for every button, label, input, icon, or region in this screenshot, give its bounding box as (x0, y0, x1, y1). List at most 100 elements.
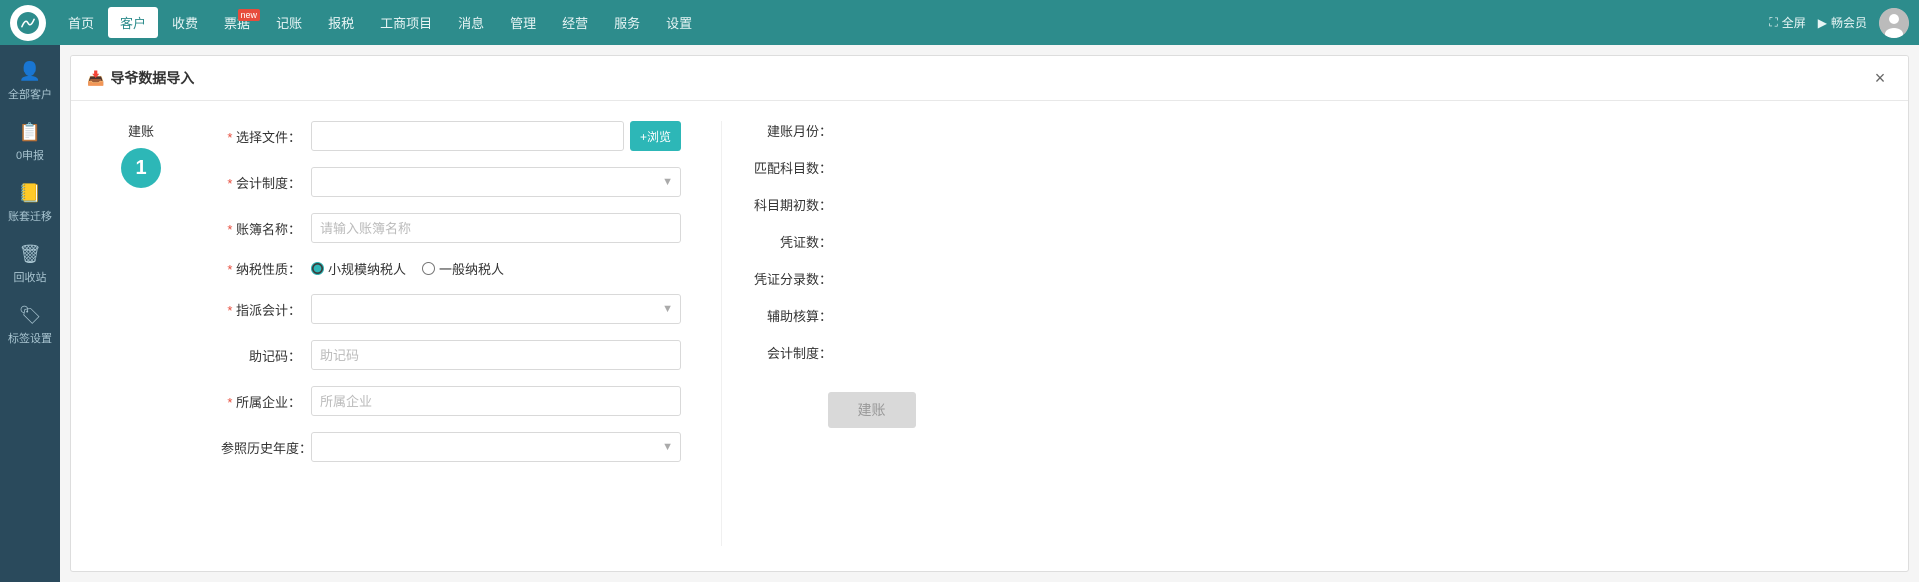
ledger-name-row: 账簿名称： (221, 213, 681, 243)
file-input[interactable] (311, 121, 624, 151)
tags-icon: 🏷 (19, 305, 42, 326)
sidebar-item-migration[interactable]: 📒 账套迁移 (0, 175, 60, 232)
nav-item-home[interactable]: 首页 (56, 7, 106, 38)
step-section: 建账 1 (101, 121, 181, 546)
tax-nature-label: 纳税性质： (221, 259, 301, 278)
company-row: 所属企业： (221, 386, 681, 416)
sidebar-item-all-clients[interactable]: 👤 全部客户 (0, 53, 60, 110)
clients-icon: 👤 (19, 61, 41, 82)
accountant-label: 指派会计： (221, 300, 301, 319)
create-button[interactable]: 建账 (828, 392, 916, 428)
app-logo (10, 5, 46, 41)
accountant-select[interactable] (311, 294, 681, 324)
nav-item-clients[interactable]: 客户 (108, 7, 158, 38)
memo-input[interactable] (311, 340, 681, 370)
sidebar-item-trash[interactable]: 🗑 回收站 (0, 236, 60, 293)
nav-item-settings[interactable]: 设置 (654, 7, 704, 38)
tax-small-label: 小规模纳税人 (328, 259, 406, 278)
company-label: 所属企业： (221, 392, 301, 411)
tax-small-scale[interactable]: 小规模纳税人 (311, 259, 406, 278)
tax-general-radio[interactable] (422, 262, 435, 275)
vip-button[interactable]: ▶ 畅会员 (1818, 14, 1867, 31)
step-circle: 1 (121, 148, 161, 188)
sidebar: 👤 全部客户 📋 0申报 📒 账套迁移 🗑 回收站 🏷 标签设置 (0, 45, 60, 582)
tax-nature-row: 纳税性质： 小规模纳税人 一般纳税人 (221, 259, 681, 278)
main-layout: 👤 全部客户 📋 0申报 📒 账套迁移 🗑 回收站 🏷 标签设置 📥 导爷 (0, 45, 1919, 582)
accountant-select-wrapper: ▼ (311, 294, 681, 324)
nav-item-manage[interactable]: 管理 (498, 7, 548, 38)
accountant-row: 指派会计： ▼ (221, 294, 681, 324)
accounting-system-select-wrapper: ▼ (311, 167, 681, 197)
nav-right-actions: ⛶ 全屏 ▶ 畅会员 (1769, 8, 1909, 38)
accounting-system-select[interactable] (311, 167, 681, 197)
nav-item-tickets[interactable]: 票据 new (212, 7, 262, 38)
step-label: 建账 (128, 121, 154, 140)
nav-item-accounting[interactable]: 记账 (264, 7, 314, 38)
trash-icon: 🗑 (19, 244, 42, 265)
file-row: 选择文件： +浏览 (221, 121, 681, 151)
tax-nature-radio-group: 小规模纳税人 一般纳税人 (311, 259, 504, 278)
sidebar-item-declaration[interactable]: 📋 0申报 (0, 114, 60, 171)
match-label: 匹配科目数： (742, 158, 832, 177)
history-year-select-wrapper: ▼ (311, 432, 681, 462)
vip-icon: ▶ (1818, 16, 1827, 30)
tax-general[interactable]: 一般纳税人 (422, 259, 504, 278)
top-navigation: 首页 客户 收费 票据 new 记账 报税 工商项目 消息 管理 经营 服务 设… (0, 0, 1919, 45)
accounting-info-row: 会计制度： (742, 343, 1001, 362)
initial-row: 科目期初数： (742, 195, 1001, 214)
migration-icon: 📒 (19, 183, 41, 204)
close-button[interactable]: × (1868, 66, 1892, 90)
accounting-info-label: 会计制度： (742, 343, 832, 362)
auxiliary-label: 辅助核算： (742, 306, 832, 325)
file-label: 选择文件： (221, 127, 301, 146)
info-section: 建账月份： 匹配科目数： 科目期初数： 凭证数： (721, 121, 1001, 546)
import-dialog: 📥 导爷数据导入 × 建账 1 选择文件： (70, 55, 1909, 572)
initial-label: 科目期初数： (742, 195, 832, 214)
dialog-header: 📥 导爷数据导入 × (71, 56, 1908, 101)
dialog-title: 📥 导爷数据导入 (87, 68, 194, 88)
nav-item-messages[interactable]: 消息 (446, 7, 496, 38)
nav-item-fees[interactable]: 收费 (160, 7, 210, 38)
sidebar-label-trash: 回收站 (14, 269, 47, 285)
sidebar-label-migration: 账套迁移 (8, 208, 52, 224)
tax-general-label: 一般纳税人 (439, 259, 504, 278)
fullscreen-button[interactable]: ⛶ 全屏 (1769, 14, 1805, 31)
avatar[interactable] (1879, 8, 1909, 38)
content-area: 📥 导爷数据导入 × 建账 1 选择文件： (60, 45, 1919, 582)
accounting-system-row: 会计制度： ▼ (221, 167, 681, 197)
dialog-body: 建账 1 选择文件： +浏览 会计制度： (71, 101, 1908, 566)
create-button-wrapper: 建账 (742, 382, 1001, 428)
month-row: 建账月份： (742, 121, 1001, 140)
nav-item-service[interactable]: 服务 (602, 7, 652, 38)
tax-small-radio[interactable] (311, 262, 324, 275)
voucher-records-label: 凭证分录数： (742, 269, 832, 288)
memo-row: 助记码： (221, 340, 681, 370)
import-icon: 📥 (87, 70, 104, 87)
browse-button[interactable]: +浏览 (630, 121, 681, 151)
company-input[interactable] (311, 386, 681, 416)
ledger-name-input[interactable] (311, 213, 681, 243)
match-row: 匹配科目数： (742, 158, 1001, 177)
ledger-name-label: 账簿名称： (221, 219, 301, 238)
file-input-group: +浏览 (311, 121, 681, 151)
sidebar-item-tags[interactable]: 🏷 标签设置 (0, 297, 60, 354)
declaration-icon: 📋 (19, 122, 41, 143)
nav-item-operation[interactable]: 经营 (550, 7, 600, 38)
memo-label: 助记码： (221, 346, 301, 365)
voucher-records-row: 凭证分录数： (742, 269, 1001, 288)
sidebar-label-tags: 标签设置 (8, 330, 52, 346)
sidebar-label-all-clients: 全部客户 (8, 86, 52, 102)
auxiliary-row: 辅助核算： (742, 306, 1001, 325)
month-label: 建账月份： (742, 121, 832, 140)
history-year-select[interactable] (311, 432, 681, 462)
history-year-label: 参照历史年度： (221, 438, 301, 457)
history-year-row: 参照历史年度： ▼ (221, 432, 681, 462)
new-badge: new (238, 9, 261, 21)
sidebar-label-declaration: 0申报 (16, 147, 44, 163)
form-section: 选择文件： +浏览 会计制度： ▼ (221, 121, 681, 546)
nav-item-tax[interactable]: 报税 (316, 7, 366, 38)
nav-item-business[interactable]: 工商项目 (368, 7, 444, 38)
voucher-label: 凭证数： (742, 232, 832, 251)
accounting-system-label: 会计制度： (221, 173, 301, 192)
voucher-row: 凭证数： (742, 232, 1001, 251)
